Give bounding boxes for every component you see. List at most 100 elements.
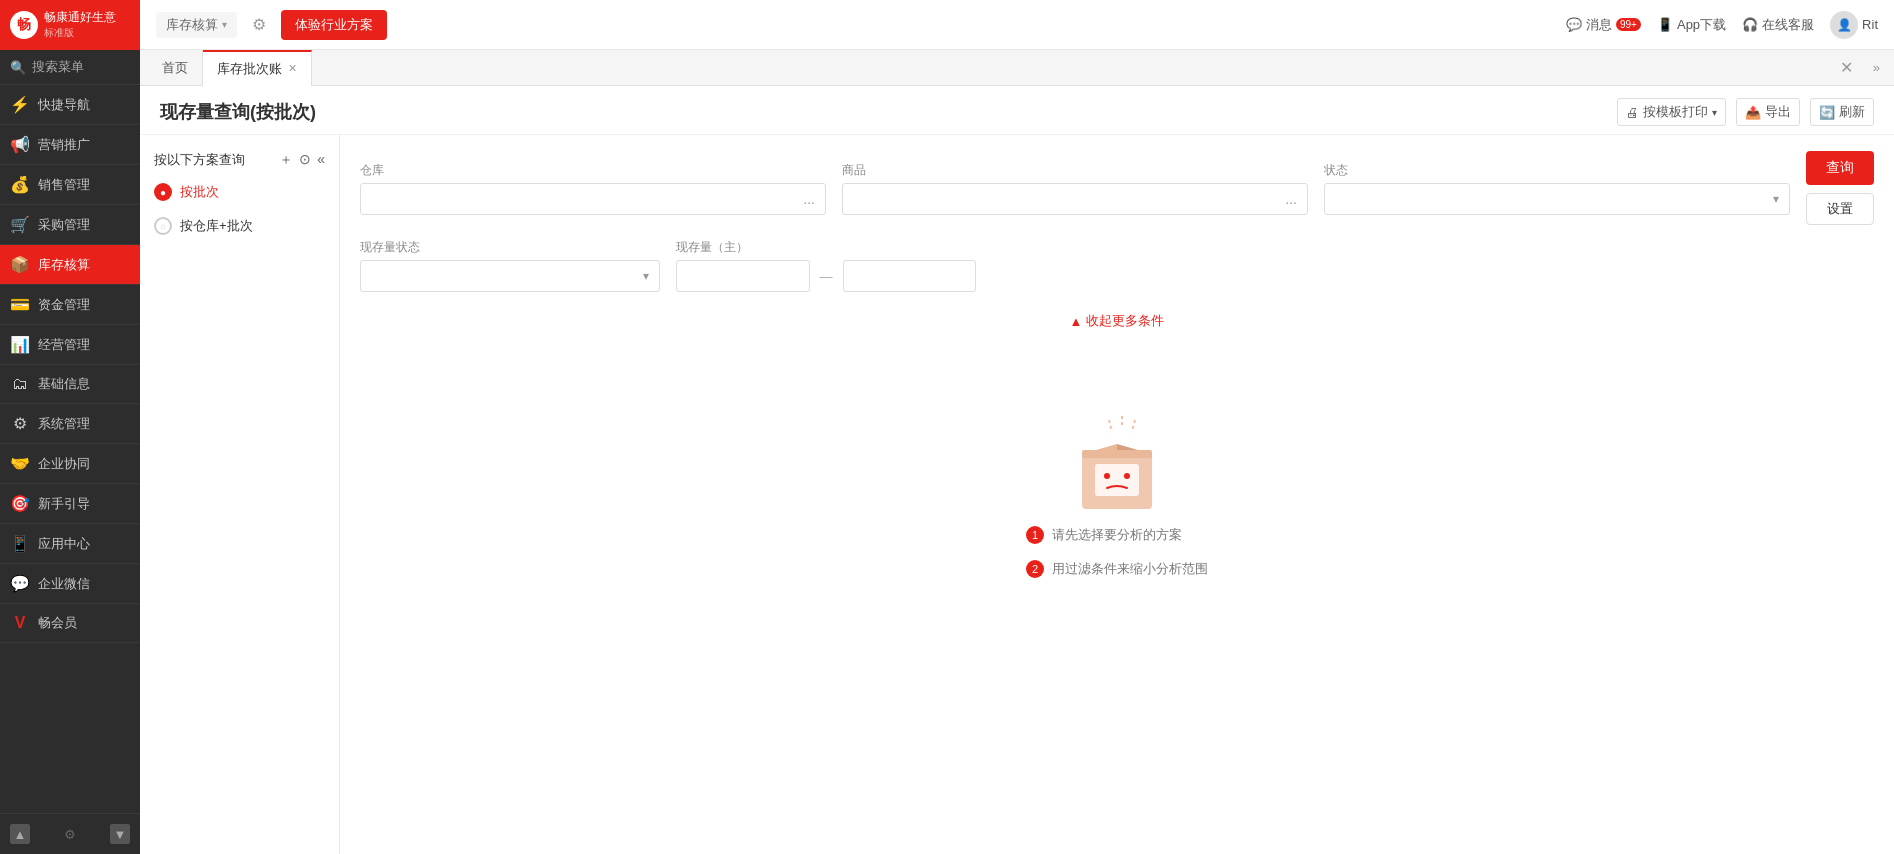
scheme-active-dot: ●: [154, 183, 172, 201]
product-filter-group: 商品 ...: [842, 162, 1308, 215]
workspace: 按以下方案查询 ＋ ⊙ « ● 按批次 ○ 按仓库+批次: [140, 135, 1894, 854]
messages-button[interactable]: 💬 消息 99+: [1566, 16, 1641, 34]
breadcrumb[interactable]: 库存核算 ▾: [156, 12, 237, 38]
sidebar-item-label: 基础信息: [38, 375, 90, 393]
sidebar-item-sales[interactable]: 💰 销售管理: [0, 165, 140, 205]
brand-version: 标准版: [44, 26, 116, 40]
warehouse-more-icon[interactable]: ...: [803, 191, 815, 207]
page-header: 现存量查询(按批次) 🖨 按模板打印 ▾ 📤 导出 🔄 刷新: [140, 86, 1894, 135]
trial-button[interactable]: 体验行业方案: [281, 10, 387, 40]
close-panel-button[interactable]: ✕: [1826, 58, 1867, 77]
page-title: 现存量查询(按批次): [160, 100, 316, 124]
app-download-button[interactable]: 📱 App下载: [1657, 16, 1726, 34]
scheme-by-batch[interactable]: ● 按批次: [140, 175, 339, 209]
refresh-icon: 🔄: [1819, 105, 1835, 120]
settings-gear-icon[interactable]: ⚙: [245, 11, 273, 39]
status-filter-group: 状态 ▾: [1324, 162, 1790, 215]
online-service-label: 在线客服: [1762, 16, 1814, 34]
finance-icon: 💳: [10, 295, 30, 314]
sidebar-item-label: 销售管理: [38, 176, 90, 194]
collapse-left-icon[interactable]: «: [317, 151, 325, 169]
sidebar-item-quicknav[interactable]: ⚡ 快捷导航: [0, 85, 140, 125]
page-actions: 🖨 按模板打印 ▾ 📤 导出 🔄 刷新: [1617, 98, 1874, 126]
sidebar-item-enterprise[interactable]: 🤝 企业协同: [0, 444, 140, 484]
sidebar-item-label: 采购管理: [38, 216, 90, 234]
breadcrumb-text: 库存核算: [166, 16, 218, 34]
print-button[interactable]: 🖨 按模板打印 ▾: [1617, 98, 1726, 126]
brand-info: 畅康通好生意 标准版: [44, 10, 116, 40]
tab-close-icon[interactable]: ✕: [288, 62, 297, 75]
scheme-label: 按批次: [180, 183, 219, 201]
left-panel-header: 按以下方案查询 ＋ ⊙ «: [140, 145, 339, 175]
empty-illustration: [1067, 406, 1167, 506]
refresh-button[interactable]: 🔄 刷新: [1810, 98, 1874, 126]
sidebar-item-inventory[interactable]: 📦 库存核算: [0, 245, 140, 285]
sidebar-item-label: 搜索菜单: [32, 58, 84, 76]
sidebar-header: 畅 畅康通好生意 标准版: [0, 0, 140, 50]
message-icon: 💬: [1566, 17, 1582, 32]
sidebar-item-label: 新手引导: [38, 495, 90, 513]
topbar-left: 库存核算 ▾ ⚙ 体验行业方案: [156, 10, 1556, 40]
tab-home-label: 首页: [162, 59, 188, 77]
scheme-settings-icon[interactable]: ⊙: [299, 151, 311, 169]
wechat-icon: 💬: [10, 574, 30, 593]
stock-status-select[interactable]: ▾: [360, 260, 660, 292]
sidebar-item-appstore[interactable]: 📱 应用中心: [0, 524, 140, 564]
left-panel-title: 按以下方案查询: [154, 151, 245, 169]
sidebar-item-purchase[interactable]: 🛒 采购管理: [0, 205, 140, 245]
expand-icon[interactable]: »: [1867, 60, 1886, 75]
business-icon: 📊: [10, 335, 30, 354]
stock-status-group: 现存量状态 ▾: [360, 239, 660, 292]
product-input[interactable]: ...: [842, 183, 1308, 215]
warehouse-filter-group: 仓库 ...: [360, 162, 826, 215]
export-button[interactable]: 📤 导出: [1736, 98, 1800, 126]
sidebar-item-marketing[interactable]: 📢 营销推广: [0, 125, 140, 165]
phone-icon: 📱: [1657, 17, 1673, 32]
warehouse-input[interactable]: ...: [360, 183, 826, 215]
sidebar-item-business[interactable]: 📊 经营管理: [0, 325, 140, 365]
settings-button[interactable]: 设置: [1806, 193, 1874, 225]
scheme-label: 按仓库+批次: [180, 217, 253, 235]
sidebar-item-system[interactable]: ⚙ 系统管理: [0, 404, 140, 444]
product-more-icon[interactable]: ...: [1285, 191, 1297, 207]
sidebar-item-member[interactable]: V 畅会员: [0, 604, 140, 643]
main-content: 库存核算 ▾ ⚙ 体验行业方案 💬 消息 99+ 📱 App下载 🎧 在线客服 …: [140, 0, 1894, 854]
status-select[interactable]: ▾: [1324, 183, 1790, 215]
filter-row-2: 现存量状态 ▾ 现存量（主） —: [360, 239, 1874, 292]
sidebar-scroll-up[interactable]: ▲: [10, 824, 30, 844]
sales-icon: 💰: [10, 175, 30, 194]
sidebar-footer: ▲ ⚙ ▼: [0, 813, 140, 854]
tab-home[interactable]: 首页: [148, 50, 203, 86]
scheme-by-warehouse-batch[interactable]: ○ 按仓库+批次: [140, 209, 339, 243]
stock-qty-min-input[interactable]: [676, 260, 810, 292]
empty-steps: 1 请先选择要分析的方案 2 用过滤条件来缩小分析范围: [1026, 526, 1208, 584]
svg-point-4: [1124, 473, 1130, 479]
query-button[interactable]: 查询: [1806, 151, 1874, 185]
sidebar-item-search[interactable]: 🔍 搜索菜单: [0, 50, 140, 85]
empty-step-2: 2 用过滤条件来缩小分析范围: [1026, 560, 1208, 578]
avatar: 👤: [1830, 11, 1858, 39]
empty-state: 1 请先选择要分析的方案 2 用过滤条件来缩小分析范围: [360, 346, 1874, 644]
sidebar-item-finance[interactable]: 💳 资金管理: [0, 285, 140, 325]
filter-row-1: 仓库 ... 商品 ... 状态: [360, 151, 1874, 225]
status-chevron-icon: ▾: [1773, 192, 1779, 206]
sidebar-scroll-down[interactable]: ▼: [110, 824, 130, 844]
sidebar-item-guide[interactable]: 🎯 新手引导: [0, 484, 140, 524]
settings-icon[interactable]: ⚙: [64, 827, 76, 842]
user-profile[interactable]: 👤 Rit: [1830, 11, 1878, 39]
add-scheme-button[interactable]: ＋: [279, 151, 293, 169]
step-1-text: 请先选择要分析的方案: [1052, 526, 1182, 544]
sidebar-item-basic[interactable]: 🗂 基础信息: [0, 365, 140, 404]
online-service-button[interactable]: 🎧 在线客服: [1742, 16, 1814, 34]
tab-batch-account[interactable]: 库存批次账 ✕: [203, 50, 312, 86]
collapse-bar[interactable]: ▲ 收起更多条件: [360, 306, 1874, 336]
system-icon: ⚙: [10, 414, 30, 433]
status-label: 状态: [1324, 162, 1790, 179]
tabbar: 首页 库存批次账 ✕ ✕ »: [140, 50, 1894, 86]
print-chevron-icon: ▾: [1712, 107, 1717, 118]
sidebar-item-wechat[interactable]: 💬 企业微信: [0, 564, 140, 604]
stock-qty-max-input[interactable]: [843, 260, 977, 292]
action-buttons: 查询 设置: [1806, 151, 1874, 225]
print-label: 按模板打印: [1643, 103, 1708, 121]
sidebar-item-label: 应用中心: [38, 535, 90, 553]
